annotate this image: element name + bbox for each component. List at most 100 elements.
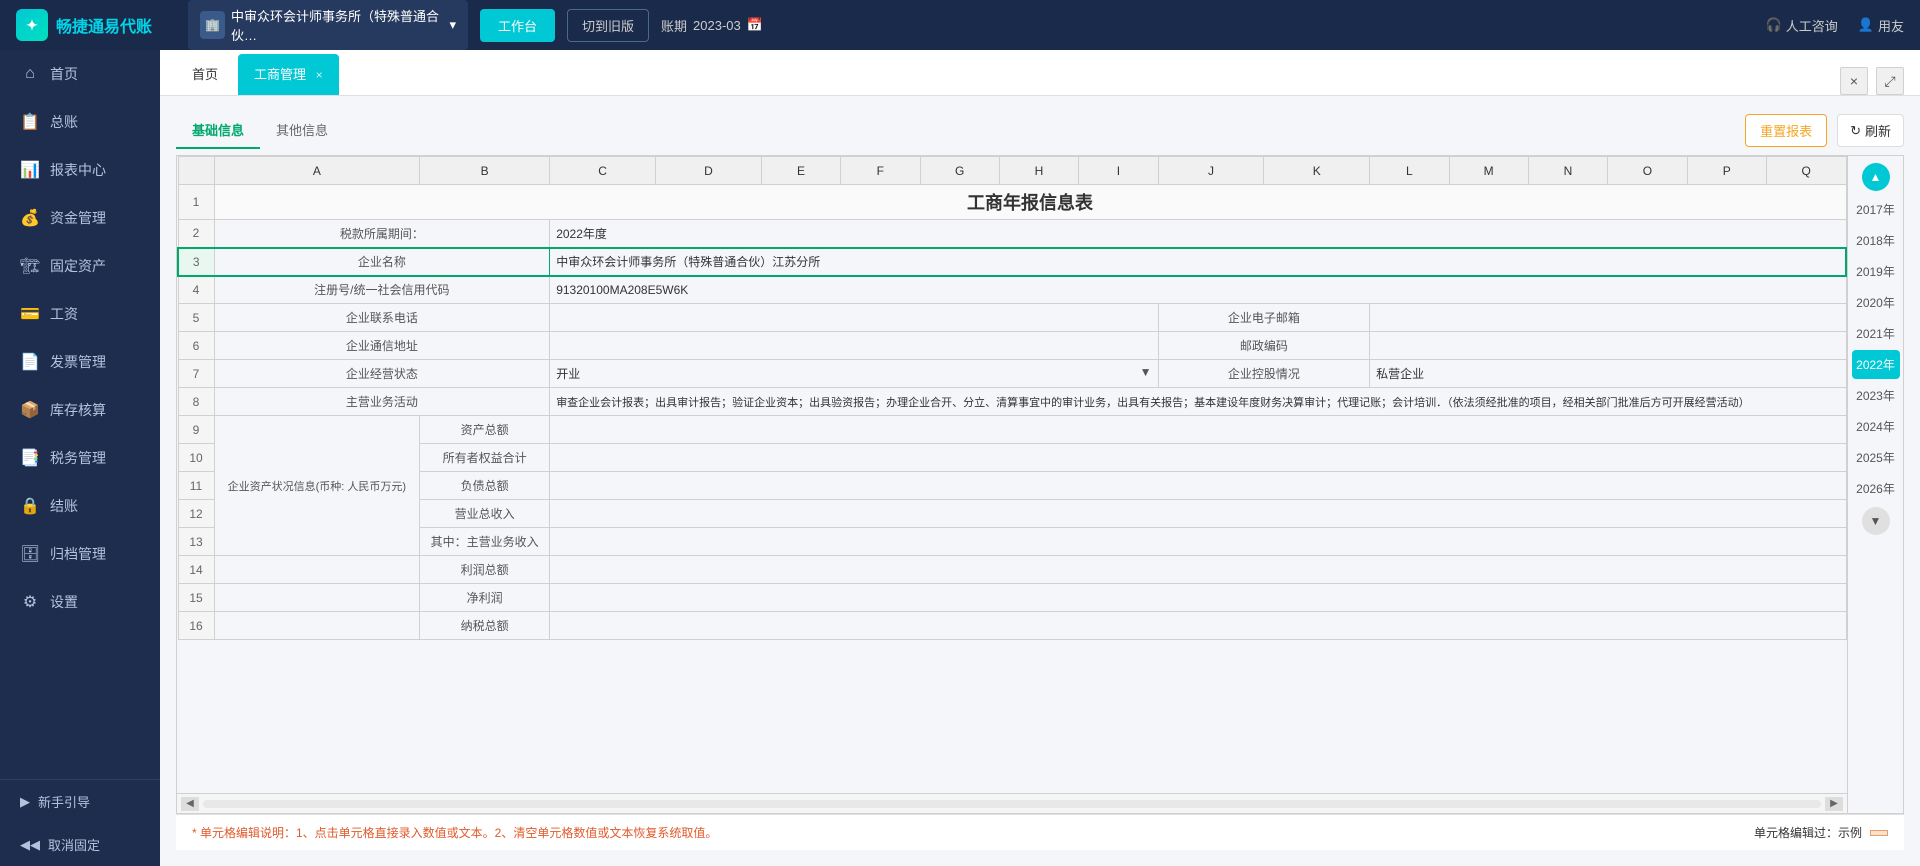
scroll-left-arrow[interactable]: ◀	[181, 797, 199, 811]
year-2022[interactable]: 2022年	[1852, 350, 1900, 379]
assets-label: 资产总额	[420, 416, 550, 444]
status-bar: * 单元格编辑说明：1、点击单元格直接录入数值或文本。2、清空单元格数值或文本恢…	[176, 814, 1904, 850]
postcode-label: 邮政编码	[1158, 332, 1370, 360]
tab-commerce-label: 工商管理	[254, 67, 306, 82]
sidebar-item-unpin[interactable]: ◀◀ 取消固定	[0, 823, 160, 866]
sidebar-item-home[interactable]: ⌂ 首页	[0, 50, 160, 98]
year-2023[interactable]: 2023年	[1852, 381, 1900, 410]
sidebar-label-settings: 设置	[50, 592, 78, 612]
profit-value[interactable]	[550, 556, 1846, 584]
year-2017[interactable]: 2017年	[1852, 195, 1900, 224]
year-2020[interactable]: 2020年	[1852, 288, 1900, 317]
profit-label: 利润总额	[420, 556, 550, 584]
year-2019[interactable]: 2019年	[1852, 257, 1900, 286]
reset-report-button[interactable]: 重置报表	[1745, 114, 1827, 147]
workspace-button[interactable]: 工作台	[480, 9, 555, 42]
company-name-value[interactable]: 中审众环会计师事务所（特殊普通合伙）江苏分所	[550, 248, 1846, 276]
reg-no-label: 注册号/统一社会信用代码	[214, 276, 550, 304]
equity-label: 所有者权益合计	[420, 444, 550, 472]
tab-home[interactable]: 首页	[176, 54, 234, 95]
tab-commerce[interactable]: 工商管理 ×	[238, 54, 339, 95]
report-title[interactable]: 工商年报信息表	[214, 185, 1846, 220]
user-avatar[interactable]: 👤 用友	[1858, 16, 1904, 35]
year-2026[interactable]: 2026年	[1852, 474, 1900, 503]
main-revenue-value[interactable]	[550, 528, 1846, 556]
sidebar-item-salary[interactable]: 💳 工资	[0, 290, 160, 338]
year-2024[interactable]: 2024年	[1852, 412, 1900, 441]
old-version-button[interactable]: 切到旧版	[567, 9, 649, 42]
main-revenue-label: 其中：主营业务收入	[420, 528, 550, 556]
close-window-button[interactable]: ×	[1840, 67, 1868, 95]
year-2025[interactable]: 2025年	[1852, 443, 1900, 472]
sub-tab-basic[interactable]: 基础信息	[176, 112, 260, 149]
sidebar-item-ledger[interactable]: 📋 总账	[0, 98, 160, 146]
sub-tab-other-label: 其他信息	[276, 123, 328, 138]
holding-value[interactable]: 私营企业	[1370, 360, 1846, 388]
horizontal-scrollbar[interactable]: ◀ ▶	[177, 793, 1847, 813]
sidebar-label-ledger: 总账	[50, 112, 78, 132]
table-row: 16 纳税总额	[178, 612, 1846, 640]
row-num: 9	[178, 416, 214, 444]
right-year-panel: ▲ 2017年 2018年 2019年 2020年 2021年 2022年 20…	[1847, 156, 1903, 813]
sidebar-item-tax[interactable]: 📑 税务管理	[0, 434, 160, 482]
revenue-value[interactable]	[550, 500, 1846, 528]
debt-value[interactable]	[550, 472, 1846, 500]
sidebar-item-invoice[interactable]: 📄 发票管理	[0, 338, 160, 386]
net-profit-group-label	[214, 584, 420, 612]
finance-icon: 💰	[20, 208, 40, 228]
year-2018[interactable]: 2018年	[1852, 226, 1900, 255]
scroll-right-arrow[interactable]: ▶	[1825, 797, 1843, 811]
sidebar-item-assets[interactable]: 🏗 固定资产	[0, 242, 160, 290]
sidebar-item-inventory[interactable]: 📦 库存核算	[0, 386, 160, 434]
net-profit-value[interactable]	[550, 584, 1846, 612]
close-account-icon: 🔒	[20, 496, 40, 516]
sidebar-item-guide[interactable]: ▶ 新手引导	[0, 780, 160, 823]
company-selector[interactable]: 🏢 中审众环会计师事务所（特殊普通合伙… ▾	[188, 0, 468, 50]
address-label: 企业通信地址	[214, 332, 550, 360]
example-cell	[1870, 830, 1888, 836]
calendar-icon[interactable]: 📅	[747, 17, 763, 33]
col-header-e: E	[761, 157, 840, 185]
row-num: 10	[178, 444, 214, 472]
col-header-l: L	[1370, 157, 1449, 185]
sub-tab-other[interactable]: 其他信息	[260, 112, 344, 149]
home-icon: ⌂	[20, 65, 40, 83]
row-num: 16	[178, 612, 214, 640]
company-icon: 🏢	[200, 11, 225, 39]
tax-total-value[interactable]	[550, 612, 1846, 640]
refresh-button[interactable]: ↻ 刷新	[1837, 114, 1904, 147]
tab-close-icon[interactable]: ×	[316, 68, 323, 82]
top-header: ✦ 畅捷通易代账 🏢 中审众环会计师事务所（特殊普通合伙… ▾ 工作台 切到旧版…	[0, 0, 1920, 50]
email-value[interactable]	[1370, 304, 1846, 332]
biz-status-value[interactable]: 开业 ▼	[550, 360, 1158, 388]
sidebar-item-archive[interactable]: 🗄 归档管理	[0, 530, 160, 578]
col-header-k: K	[1264, 157, 1370, 185]
sidebar-item-reports[interactable]: 📊 报表中心	[0, 146, 160, 194]
sidebar-item-finance[interactable]: 💰 资金管理	[0, 194, 160, 242]
year-nav-up[interactable]: ▲	[1862, 163, 1890, 191]
period-value-cell[interactable]: 2022年度	[550, 220, 1846, 248]
human-service[interactable]: 🎧 人工咨询	[1766, 16, 1838, 35]
assets-value[interactable]	[550, 416, 1846, 444]
year-2021[interactable]: 2021年	[1852, 319, 1900, 348]
postcode-value[interactable]	[1370, 332, 1846, 360]
equity-value[interactable]	[550, 444, 1846, 472]
table-row: 6 企业通信地址 邮政编码	[178, 332, 1846, 360]
scroll-track[interactable]	[203, 800, 1821, 808]
expand-window-button[interactable]: ⤢	[1876, 67, 1904, 95]
table-row: 7 企业经营状态 开业 ▼ 企业控股情况 私营企业	[178, 360, 1846, 388]
spreadsheet-table: A B C D E F G H I J	[177, 156, 1847, 640]
phone-value[interactable]	[550, 304, 1158, 332]
sidebar-item-settings[interactable]: ⚙ 设置	[0, 578, 160, 626]
year-nav-down[interactable]: ▼	[1862, 507, 1890, 535]
main-biz-value[interactable]: 审查企业会计报表；出具审计报告；验证企业资本；出具验资报告；办理企业合开、分立、…	[550, 388, 1846, 416]
reg-no-value[interactable]: 91320100MA208E5W6K	[550, 276, 1846, 304]
sidebar-label-inventory: 库存核算	[50, 400, 106, 420]
row-num: 6	[178, 332, 214, 360]
company-name-label: 企业名称	[214, 248, 550, 276]
tax-group-label	[214, 612, 420, 640]
row-num: 3	[178, 248, 214, 276]
address-value[interactable]	[550, 332, 1158, 360]
row-num: 8	[178, 388, 214, 416]
sidebar-item-close[interactable]: 🔒 结账	[0, 482, 160, 530]
